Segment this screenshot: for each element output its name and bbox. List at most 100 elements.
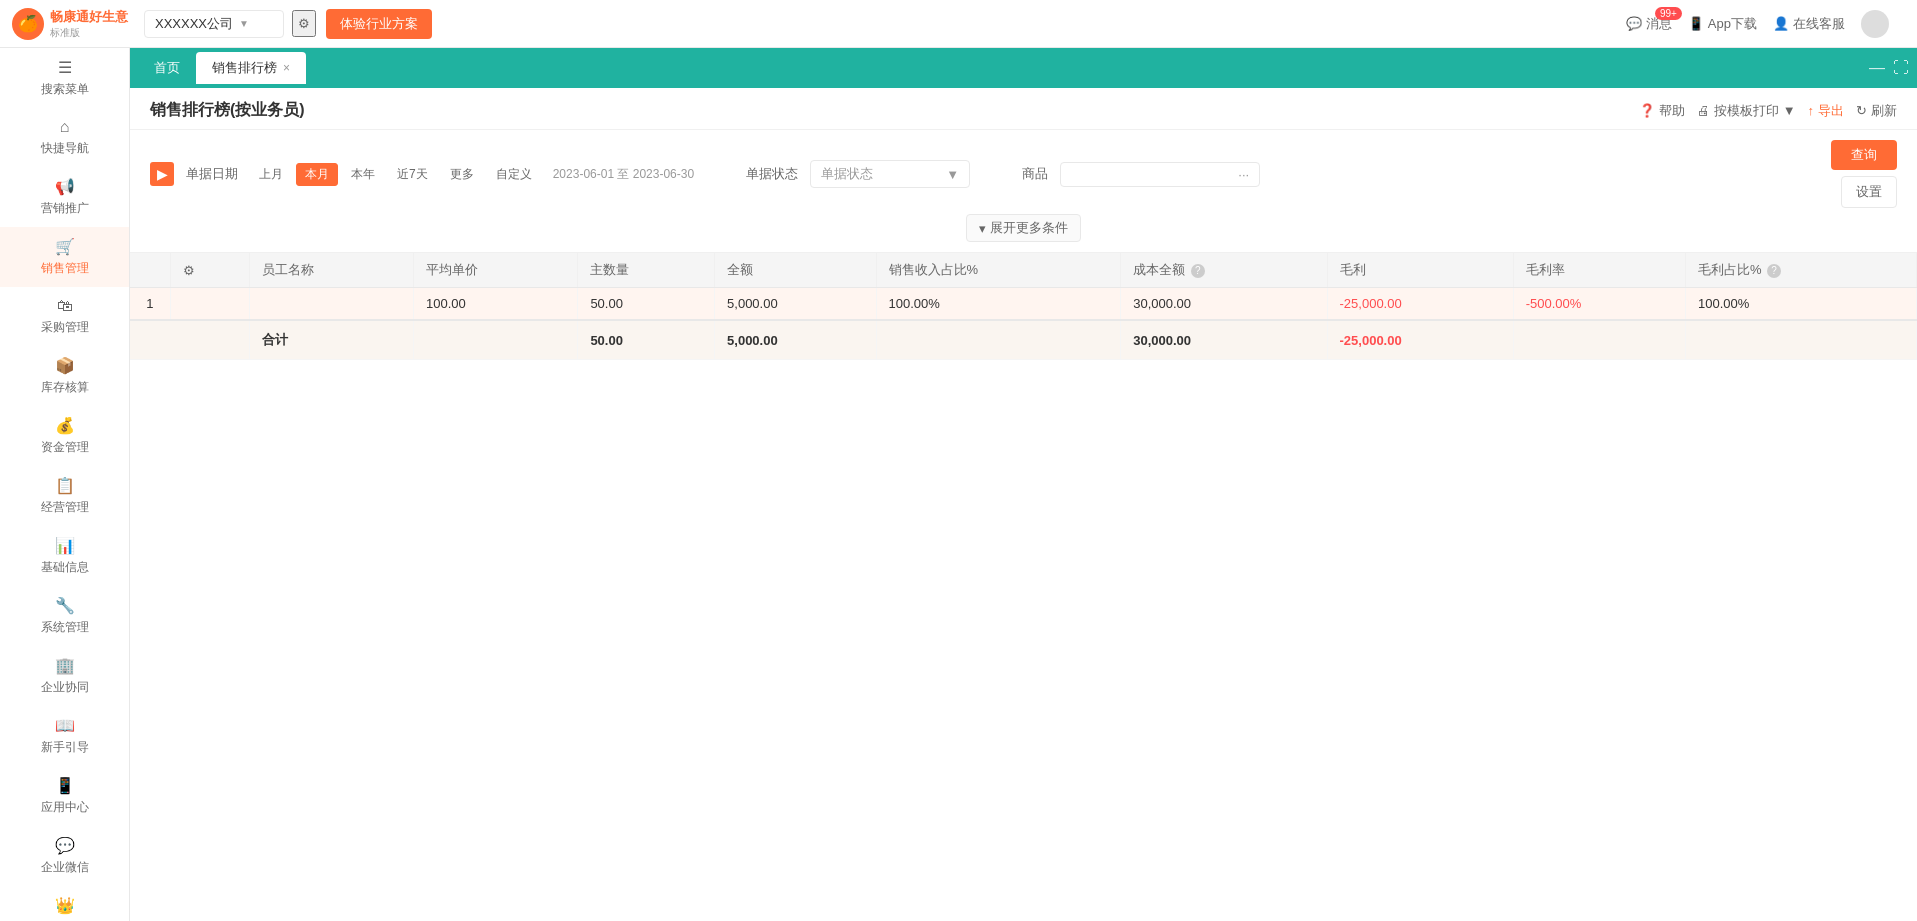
- date-tab-this-year[interactable]: 本年: [342, 163, 384, 186]
- col-header-settings[interactable]: ⚙: [170, 253, 249, 288]
- query-button[interactable]: 查询: [1831, 140, 1897, 170]
- date-tab-more[interactable]: 更多: [441, 163, 483, 186]
- table-row: 1 100.00 50.00 5,000.00 100.00% 30,000.0…: [130, 288, 1917, 321]
- tab-sales-rank-label: 销售排行榜: [212, 59, 277, 77]
- date-tab-last-month[interactable]: 上月: [250, 163, 292, 186]
- status-selector[interactable]: 单据状态 ▼: [810, 160, 970, 188]
- sidebar-item-operations[interactable]: 📋 经营管理: [0, 466, 129, 526]
- status-placeholder: 单据状态: [821, 165, 873, 183]
- sidebar-item-label: 企业协同: [41, 679, 89, 696]
- marketing-icon: 📢: [55, 177, 75, 196]
- sidebar-item-sales[interactable]: 🛒 销售管理: [0, 227, 129, 287]
- status-dropdown-icon: ▼: [946, 167, 959, 182]
- cell-avg-price: 100.00: [413, 288, 577, 321]
- sidebar-item-label: 系统管理: [41, 619, 89, 636]
- print-button[interactable]: 🖨 按模板打印 ▼: [1697, 102, 1796, 120]
- sidebar-item-search[interactable]: ☰ 搜索菜单: [0, 48, 129, 108]
- page-title: 销售排行榜(按业务员): [150, 100, 305, 121]
- date-tab-custom[interactable]: 自定义: [487, 163, 541, 186]
- footer-gross: -25,000.00: [1327, 320, 1513, 360]
- sidebar-item-enterprise[interactable]: 🏢 企业协同: [0, 646, 129, 706]
- col-header-qty: 主数量: [578, 253, 715, 288]
- sidebar-item-marketing[interactable]: 📢 营销推广: [0, 167, 129, 227]
- tab-sales-rank[interactable]: 销售排行榜 ×: [196, 52, 306, 84]
- cell-sales-pct: 100.00%: [876, 288, 1121, 321]
- footer-gross-rate: [1513, 320, 1685, 360]
- expand-label: 展开更多条件: [990, 219, 1068, 237]
- refresh-button[interactable]: ↻ 刷新: [1856, 102, 1897, 120]
- sidebar-item-member[interactable]: 👑 畅会员: [0, 886, 129, 921]
- tab-home[interactable]: 首页: [138, 52, 196, 84]
- export-icon: ↑: [1808, 103, 1815, 118]
- cost-info-icon[interactable]: ?: [1191, 264, 1205, 278]
- set-button[interactable]: 设置: [1841, 176, 1897, 208]
- sidebar-item-system[interactable]: 🔧 系统管理: [0, 586, 129, 646]
- col-header-gross-pct: 毛利占比% ?: [1685, 253, 1916, 288]
- date-tabs: 上月 本月 本年 近7天 更多 自定义: [250, 163, 541, 186]
- sidebar-item-label: 新手引导: [41, 739, 89, 756]
- help-button[interactable]: ❓ 帮助: [1639, 102, 1685, 120]
- sidebar-item-label: 资金管理: [41, 439, 89, 456]
- col-header-gross: 毛利: [1327, 253, 1513, 288]
- message-icon: 💬: [1626, 16, 1642, 31]
- sidebar-item-label: 库存核算: [41, 379, 89, 396]
- app-download-icon: 📱: [1688, 16, 1704, 31]
- footer-avg-price: [413, 320, 577, 360]
- global-settings-button[interactable]: ⚙: [292, 10, 316, 37]
- sidebar-item-basicinfo[interactable]: 📊 基础信息: [0, 526, 129, 586]
- message-button[interactable]: 💬 消息 99+: [1626, 15, 1672, 33]
- date-tab-7days[interactable]: 近7天: [388, 163, 437, 186]
- col-header-gross-rate: 毛利率: [1513, 253, 1685, 288]
- sidebar-item-finance[interactable]: 💰 资金管理: [0, 406, 129, 466]
- footer-amount: 5,000.00: [715, 320, 876, 360]
- top-right-actions: 💬 消息 99+ 📱 App下载 👤 在线客服: [1626, 10, 1905, 38]
- sidebar-item-purchase[interactable]: 🛍 采购管理: [0, 287, 129, 346]
- gross-pct-info-icon[interactable]: ?: [1767, 264, 1781, 278]
- logo-title: 畅康通好生意: [50, 8, 128, 26]
- footer-qty: 50.00: [578, 320, 715, 360]
- goods-input[interactable]: ···: [1060, 162, 1260, 187]
- tab-minimize-button[interactable]: —: [1869, 59, 1885, 77]
- app-download-button[interactable]: 📱 App下载: [1688, 15, 1757, 33]
- cell-qty: 50.00: [578, 288, 715, 321]
- sidebar-item-label: 营销推广: [41, 200, 89, 217]
- logo-icon: 🍊: [12, 8, 44, 40]
- sidebar-item-quick-nav[interactable]: ⌂ 快捷导航: [0, 108, 129, 167]
- guide-icon: 📖: [55, 716, 75, 735]
- filter-row-1: ▶ 单据日期 上月 本月 本年 近7天 更多 自定义 2023-06-01 至 …: [150, 140, 1897, 208]
- online-service-icon: 👤: [1773, 16, 1789, 31]
- col-header-amount: 全额: [715, 253, 876, 288]
- tab-close-icon[interactable]: ×: [283, 61, 290, 75]
- sidebar-item-label: 经营管理: [41, 499, 89, 516]
- online-service-button[interactable]: 👤 在线客服: [1773, 15, 1845, 33]
- filter-toggle-button[interactable]: ▶: [150, 162, 174, 186]
- avatar[interactable]: [1861, 10, 1889, 38]
- date-tab-this-month[interactable]: 本月: [296, 163, 338, 186]
- wechat-icon: 💬: [55, 836, 75, 855]
- sidebar-item-label: 销售管理: [41, 260, 89, 277]
- col-header-avg-price: 平均单价: [413, 253, 577, 288]
- sidebar-item-apps[interactable]: 📱 应用中心: [0, 766, 129, 826]
- company-selector[interactable]: XXXXXX公司 ▼: [144, 10, 284, 38]
- export-button[interactable]: ↑ 导出: [1808, 102, 1845, 120]
- col-header-num: [130, 253, 170, 288]
- page-actions: ❓ 帮助 🖨 按模板打印 ▼ ↑ 导出 ↻ 刷新: [1639, 102, 1897, 120]
- col-header-name: 员工名称: [249, 253, 413, 288]
- data-table: ⚙ 员工名称 平均单价 主数量 全额 销售收入占比% 成本全额 ? 毛利 毛利率: [130, 253, 1917, 360]
- expand-more-button[interactable]: ▾ 展开更多条件: [966, 214, 1081, 242]
- enterprise-icon: 🏢: [55, 656, 75, 675]
- purchase-icon: 🛍: [57, 297, 73, 315]
- tab-home-label: 首页: [154, 59, 180, 77]
- footer-gross-pct: [1685, 320, 1916, 360]
- tab-expand-button[interactable]: ⛶: [1893, 59, 1909, 77]
- col-header-sales-pct: 销售收入占比%: [876, 253, 1121, 288]
- sidebar-item-label: 快捷导航: [41, 140, 89, 157]
- trial-button[interactable]: 体验行业方案: [326, 9, 432, 39]
- sidebar-item-inventory[interactable]: 📦 库存核算: [0, 346, 129, 406]
- cell-gross-rate: -500.00%: [1513, 288, 1685, 321]
- finance-icon: 💰: [55, 416, 75, 435]
- goods-more-icon[interactable]: ···: [1238, 167, 1249, 182]
- sidebar-item-guide[interactable]: 📖 新手引导: [0, 706, 129, 766]
- sidebar-item-wechat[interactable]: 💬 企业微信: [0, 826, 129, 886]
- goods-label: 商品: [1022, 165, 1048, 183]
